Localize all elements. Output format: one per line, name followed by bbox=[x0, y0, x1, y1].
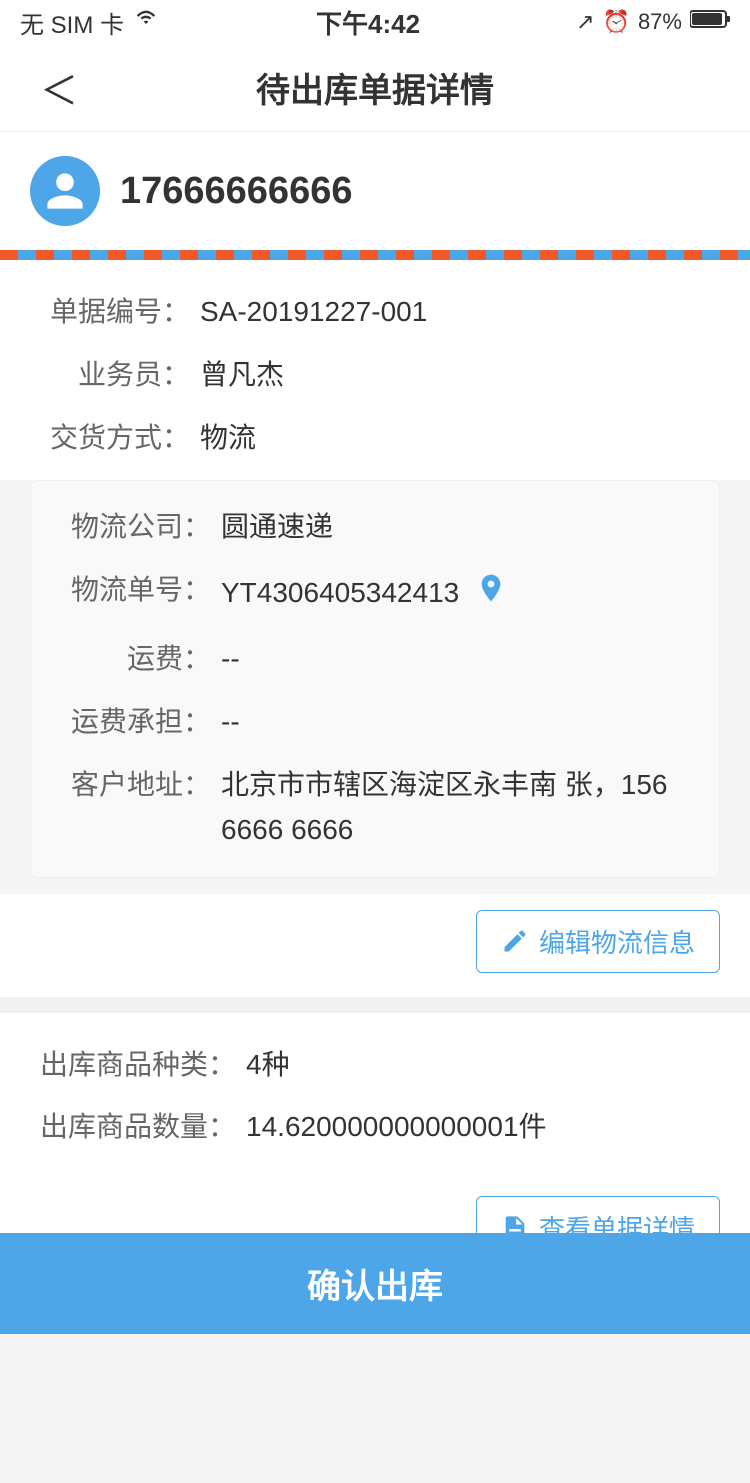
delivery-row: 交货方式： 物流 bbox=[40, 416, 710, 461]
logistics-card: 物流公司： 圆通速递 物流单号： YT4306405342413 运费： -- … bbox=[30, 480, 720, 877]
logistics-freight-value: -- bbox=[221, 637, 689, 682]
logistics-freight-label: 运费： bbox=[61, 637, 211, 682]
logistics-freight-bearer-label: 运费承担： bbox=[61, 700, 211, 745]
logistics-tracking-label: 物流单号： bbox=[61, 568, 211, 613]
logistics-company-row: 物流公司： 圆通速递 bbox=[61, 505, 689, 550]
edit-logistics-label: 编辑物流信息 bbox=[539, 923, 695, 960]
delivery-value: 物流 bbox=[200, 416, 710, 461]
wifi-icon bbox=[132, 8, 160, 36]
logistics-address-row: 客户地址： 北京市市辖区海淀区永丰南 张，156 6666 6666 bbox=[61, 763, 689, 853]
logistics-freight-row: 运费： -- bbox=[61, 637, 689, 682]
nav-bar: ＜ 待出库单据详情 bbox=[0, 44, 750, 132]
customer-phone: 17666666666 bbox=[120, 170, 352, 213]
basic-info-section: 单据编号： SA-20191227-001 业务员： 曾凡杰 交货方式： 物流 bbox=[0, 260, 750, 480]
status-bar: 无 SIM 卡 下午4:42 ↗ ⏰ 87% bbox=[0, 0, 750, 44]
salesperson-row: 业务员： 曾凡杰 bbox=[40, 353, 710, 398]
logistics-company-label: 物流公司： bbox=[61, 505, 211, 550]
location-status-icon: ↗ bbox=[576, 9, 594, 35]
logistics-freight-bearer-row: 运费承担： -- bbox=[61, 700, 689, 745]
edit-logistics-area: 编辑物流信息 bbox=[0, 894, 750, 997]
carrier-text: 无 SIM 卡 bbox=[20, 5, 124, 40]
confirm-button-label: 确认出库 bbox=[307, 1268, 443, 1306]
tracking-number: YT4306405342413 bbox=[221, 571, 459, 616]
logistics-tracking-value: YT4306405342413 bbox=[221, 568, 689, 619]
status-right: ↗ ⏰ 87% bbox=[576, 9, 730, 35]
page-title: 待出库单据详情 bbox=[256, 63, 494, 112]
dashed-divider bbox=[0, 250, 750, 260]
product-types-row: 出库商品种类： 4种 bbox=[40, 1043, 710, 1088]
back-button[interactable]: ＜ bbox=[30, 50, 88, 125]
product-types-value: 4种 bbox=[246, 1043, 710, 1088]
product-quantity-row: 出库商品数量： 14.620000000000001件 bbox=[40, 1105, 710, 1150]
document-value: SA-20191227-001 bbox=[200, 290, 710, 335]
alarm-icon: ⏰ bbox=[603, 9, 630, 35]
logistics-address-value: 北京市市辖区海淀区永丰南 张，156 6666 6666 bbox=[221, 763, 689, 853]
product-types-label: 出库商品种类： bbox=[40, 1043, 236, 1088]
delivery-label: 交货方式： bbox=[40, 416, 190, 461]
salesperson-value: 曾凡杰 bbox=[200, 353, 710, 398]
user-avatar-icon bbox=[43, 169, 87, 213]
logistics-freight-bearer-value: -- bbox=[221, 700, 689, 745]
document-row: 单据编号： SA-20191227-001 bbox=[40, 290, 710, 335]
logistics-tracking-row: 物流单号： YT4306405342413 bbox=[61, 568, 689, 619]
battery-text: 87% bbox=[638, 9, 682, 35]
edit-logistics-button[interactable]: 编辑物流信息 bbox=[476, 910, 720, 973]
logistics-address-label: 客户地址： bbox=[61, 763, 211, 808]
product-quantity-label: 出库商品数量： bbox=[40, 1105, 236, 1150]
edit-icon bbox=[501, 927, 529, 955]
customer-header: 17666666666 bbox=[0, 132, 750, 250]
status-time: 下午4:42 bbox=[316, 4, 420, 41]
gray-separator bbox=[0, 997, 750, 1013]
products-section: 出库商品种类： 4种 出库商品数量： 14.620000000000001件 bbox=[0, 1013, 750, 1181]
logistics-company-value: 圆通速递 bbox=[221, 505, 689, 550]
confirm-button-area[interactable]: 确认出库 bbox=[0, 1233, 750, 1334]
salesperson-label: 业务员： bbox=[40, 353, 190, 398]
document-label: 单据编号： bbox=[40, 290, 190, 335]
avatar bbox=[30, 156, 100, 226]
status-left: 无 SIM 卡 bbox=[20, 5, 160, 40]
battery-icon bbox=[690, 9, 730, 35]
product-quantity-value: 14.620000000000001件 bbox=[246, 1105, 710, 1150]
map-pin-icon[interactable] bbox=[475, 568, 507, 619]
